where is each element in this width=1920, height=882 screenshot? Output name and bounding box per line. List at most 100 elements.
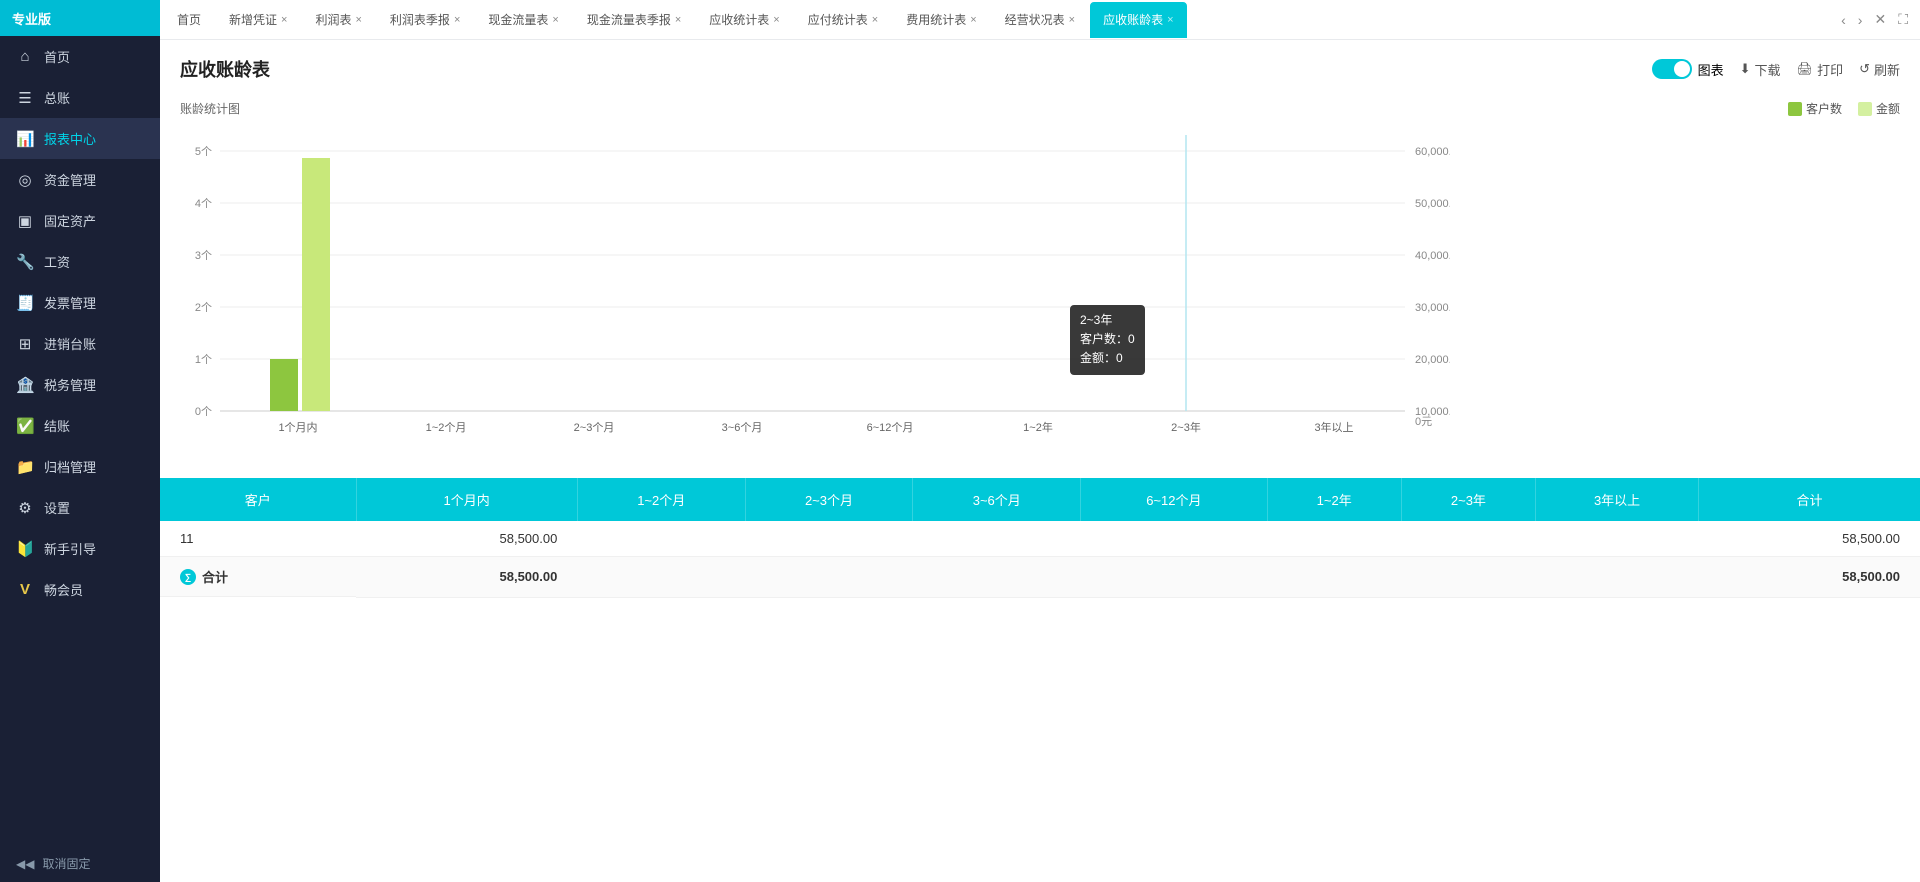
- print-label: 打印: [1817, 60, 1843, 79]
- sidebar-item-asset[interactable]: ▣ 固定资产: [0, 200, 160, 241]
- sidebar-item-settings[interactable]: ⚙ 设置: [0, 487, 160, 528]
- cell-m5: [1081, 521, 1267, 557]
- chart-toggle-label: 图表: [1698, 60, 1724, 79]
- wage-icon: 🔧: [16, 253, 34, 271]
- svg-text:30,000.00元: 30,000.00元: [1415, 302, 1450, 314]
- bar-customers-1: [270, 359, 298, 411]
- tab-business-stat[interactable]: 经营状况表 ×: [992, 2, 1088, 38]
- ledger-icon: ☰: [16, 89, 34, 107]
- sidebar-item-ledger[interactable]: ☰ 总账: [0, 77, 160, 118]
- total-m7: [1401, 557, 1535, 598]
- cell-customer: 11: [160, 521, 356, 557]
- tab-profit-quarter[interactable]: 利润表季报 ×: [377, 2, 473, 38]
- tab-business-stat-close[interactable]: ×: [1069, 14, 1075, 26]
- chart-title: 账龄统计图: [180, 100, 1900, 117]
- tab-expense-stat-close[interactable]: ×: [970, 14, 976, 26]
- tab-profit-quarter-close[interactable]: ×: [454, 14, 460, 26]
- archive-icon: 📁: [16, 458, 34, 476]
- sidebar-label-settings: 设置: [44, 498, 70, 517]
- download-icon: ⬇: [1740, 61, 1751, 77]
- cell-m6: [1267, 521, 1401, 557]
- svg-text:0元: 0元: [1415, 416, 1432, 428]
- sidebar-item-guide[interactable]: 🔰 新手引导: [0, 528, 160, 569]
- refresh-icon: ↺: [1859, 61, 1870, 77]
- invoice-icon: 🧾: [16, 294, 34, 312]
- sidebar-unpin-btn[interactable]: ◀◀ 取消固定: [0, 845, 160, 882]
- sidebar-label-ledger: 总账: [44, 88, 70, 107]
- sidebar-item-home[interactable]: ⌂ 首页: [0, 36, 160, 77]
- tab-profit[interactable]: 利润表 ×: [302, 2, 374, 38]
- tab-profit-quarter-label: 利润表季报: [390, 11, 450, 28]
- tab-scroll-right[interactable]: ›: [1854, 10, 1867, 30]
- tab-aging[interactable]: 应收账龄表 ×: [1090, 2, 1186, 38]
- col-m5: 6~12个月: [1081, 478, 1267, 521]
- tab-receivable-stat-close[interactable]: ×: [773, 14, 779, 26]
- sidebar-label-fund: 资金管理: [44, 170, 96, 189]
- tab-expense-stat[interactable]: 费用统计表 ×: [893, 2, 989, 38]
- tab-fullscreen[interactable]: ⛶: [1894, 9, 1912, 30]
- print-btn[interactable]: 🖨 打印: [1797, 60, 1844, 79]
- sidebar-label-checkout: 结账: [44, 416, 70, 435]
- tab-voucher-label: 新增凭证: [229, 11, 277, 28]
- sidebar-item-checkout[interactable]: ✅ 结账: [0, 405, 160, 446]
- sidebar: 专业版 ⌂ 首页 ☰ 总账 📊 报表中心 ◎ 资金管理 ▣ 固定资产 🔧 工资 …: [0, 0, 160, 882]
- tab-receivable-stat-label: 应收统计表: [709, 11, 769, 28]
- report-icon: 📊: [16, 130, 34, 148]
- sidebar-item-archive[interactable]: 📁 归档管理: [0, 446, 160, 487]
- refresh-btn[interactable]: ↺ 刷新: [1859, 60, 1900, 79]
- sidebar-label-member: 畅会员: [44, 580, 83, 599]
- sidebar-item-wage[interactable]: 🔧 工资: [0, 241, 160, 282]
- bar-amount-1: [302, 158, 330, 411]
- tab-home[interactable]: 首页: [164, 2, 214, 38]
- chart-toggle[interactable]: [1652, 59, 1692, 79]
- cell-m8: [1536, 521, 1699, 557]
- sidebar-item-member[interactable]: V 畅会员: [0, 569, 160, 610]
- sidebar-item-sales[interactable]: ⊞ 进销台账: [0, 323, 160, 364]
- tab-scroll-left[interactable]: ‹: [1837, 10, 1850, 30]
- print-icon: 🖨: [1797, 61, 1814, 77]
- total-customer-cell: ∑ 合计: [160, 557, 356, 597]
- svg-text:2个: 2个: [195, 301, 212, 314]
- sidebar-item-report[interactable]: 📊 报表中心: [0, 118, 160, 159]
- sidebar-item-invoice[interactable]: 🧾 发票管理: [0, 282, 160, 323]
- total-m8: [1536, 557, 1699, 598]
- guide-icon: 🔰: [16, 540, 34, 558]
- col-customer: 客户: [160, 478, 356, 521]
- sidebar-label-report: 报表中心: [44, 129, 96, 148]
- page-header: 应收账龄表 图表 ⬇ 下载 🖨 打印 ↺ 刷新: [160, 40, 1920, 90]
- svg-text:3年以上: 3年以上: [1314, 420, 1353, 434]
- cell-m7: [1401, 521, 1535, 557]
- page-actions: 图表 ⬇ 下载 🖨 打印 ↺ 刷新: [1652, 59, 1900, 79]
- sidebar-label-guide: 新手引导: [44, 539, 96, 558]
- tab-close-all[interactable]: ✕: [1870, 9, 1890, 30]
- download-btn[interactable]: ⬇ 下载: [1740, 60, 1781, 79]
- unpin-icon: ◀◀: [16, 857, 34, 871]
- tab-payable-stat[interactable]: 应付统计表 ×: [795, 2, 891, 38]
- svg-text:3个: 3个: [195, 249, 212, 262]
- tab-cashflow[interactable]: 现金流量表 ×: [475, 2, 571, 38]
- chart-legend: 客户数 金额: [1788, 100, 1900, 117]
- svg-text:2~3个月: 2~3个月: [574, 421, 615, 434]
- tab-nav-controls: ‹ › ✕ ⛶: [1833, 9, 1916, 30]
- total-m2: [577, 557, 745, 598]
- tab-voucher-close[interactable]: ×: [281, 14, 287, 26]
- tab-aging-close[interactable]: ×: [1167, 14, 1173, 26]
- tab-cashflow-quarter[interactable]: 现金流量表季报 ×: [574, 2, 694, 38]
- tab-cashflow-quarter-label: 现金流量表季报: [587, 11, 671, 28]
- tab-voucher[interactable]: 新增凭证 ×: [216, 2, 300, 38]
- tab-payable-stat-close[interactable]: ×: [872, 14, 878, 26]
- total-m4: [913, 557, 1081, 598]
- sidebar-item-fund[interactable]: ◎ 资金管理: [0, 159, 160, 200]
- legend-amount: 金额: [1858, 100, 1900, 117]
- unpin-label: 取消固定: [42, 855, 90, 872]
- tax-icon: 🏦: [16, 376, 34, 394]
- tab-receivable-stat[interactable]: 应收统计表 ×: [696, 2, 792, 38]
- chart-svg: 5个 4个 3个 2个 1个 0个 60,000.00元 50,000.00元 …: [180, 125, 1450, 465]
- sidebar-item-tax[interactable]: 🏦 税务管理: [0, 364, 160, 405]
- page-title: 应收账龄表: [180, 56, 270, 82]
- col-m3: 2~3个月: [745, 478, 913, 521]
- tab-cashflow-quarter-close[interactable]: ×: [675, 14, 681, 26]
- tab-profit-close[interactable]: ×: [355, 14, 361, 26]
- svg-text:60,000.00元: 60,000.00元: [1415, 146, 1450, 158]
- tab-cashflow-close[interactable]: ×: [552, 14, 558, 26]
